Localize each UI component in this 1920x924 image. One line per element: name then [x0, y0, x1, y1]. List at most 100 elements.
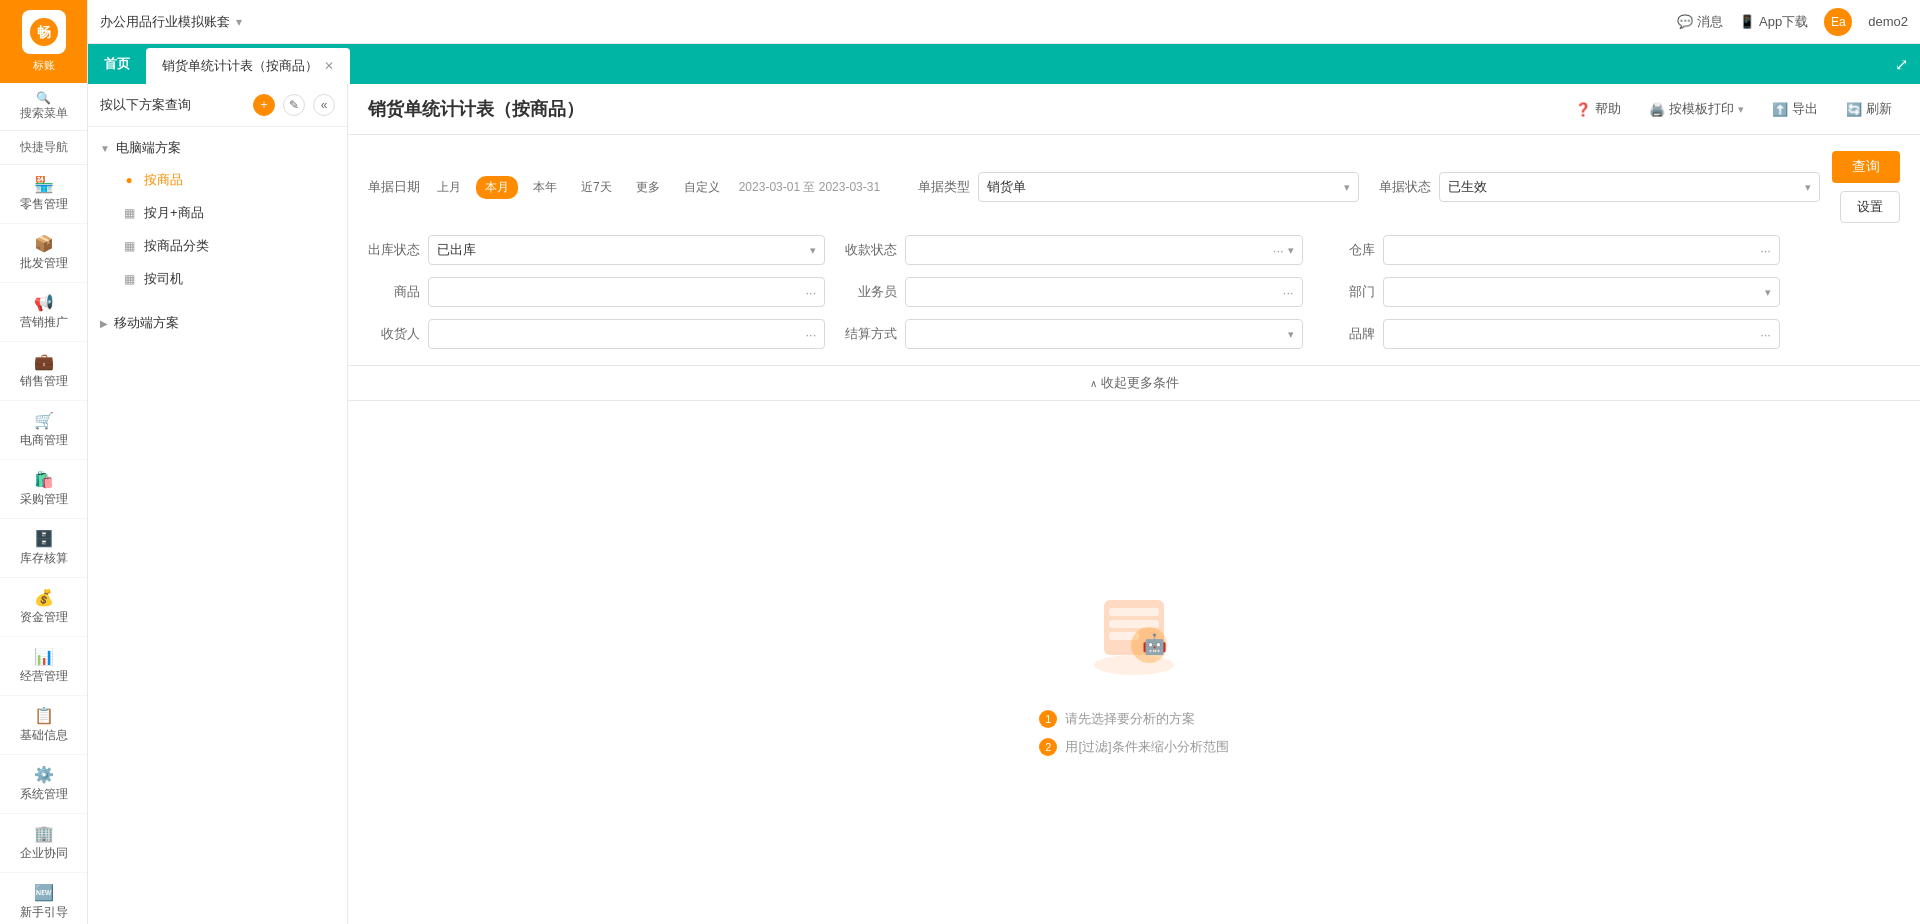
sidebar-item-purchase[interactable]: 🛍️ 采购管理 — [0, 460, 87, 519]
date-btn-more[interactable]: 更多 — [627, 176, 669, 199]
brand-label: 品牌 — [1323, 325, 1383, 343]
message-action[interactable]: 💬 消息 — [1677, 13, 1723, 31]
recipient-control[interactable]: ··· — [428, 319, 825, 349]
brand-control[interactable]: ··· — [1383, 319, 1780, 349]
plan-group-mobile-header[interactable]: ▶ 移动端方案 — [88, 308, 347, 338]
product-control[interactable]: ··· — [428, 277, 825, 307]
payment-arrow-icon: ▾ — [1288, 328, 1294, 341]
sidebar: 畅 标账 🔍 搜索菜单 快捷导航 🏪 零售管理 📦 批发管理 📢 营销推广 💼 … — [0, 0, 88, 924]
help-button[interactable]: ❓ 帮助 — [1567, 96, 1629, 122]
warehouse-dots[interactable]: ··· — [1760, 243, 1771, 258]
filter-receipt-status: 收款状态 ··· ▾ — [845, 235, 1302, 265]
sidebar-item-newuser[interactable]: 🆕 新手引导 — [0, 873, 87, 924]
edit-plan-button[interactable]: ✎ — [283, 94, 305, 116]
date-btn-this-year[interactable]: 本年 — [524, 176, 566, 199]
inventory-icon: 🗄️ — [0, 529, 87, 548]
help-label: 帮助 — [1595, 100, 1621, 118]
date-btn-last-month[interactable]: 上月 — [428, 176, 470, 199]
right-panel: 销货单统计计表（按商品） ❓ 帮助 🖨️ 按模板打印 ▾ ⬆️ 导出 — [348, 84, 1920, 924]
sidebar-search[interactable]: 🔍 搜索菜单 — [0, 83, 87, 131]
enterprise-label: 企业协同 — [0, 845, 87, 862]
quick-nav-label: 快捷导航 — [0, 139, 87, 156]
export-button[interactable]: ⬆️ 导出 — [1764, 96, 1826, 122]
right-actions: 查询 设置 — [1832, 151, 1900, 223]
sidebar-logo[interactable]: 畅 标账 — [0, 0, 87, 83]
sidebar-item-ecommerce[interactable]: 🛒 电商管理 — [0, 401, 87, 460]
user-avatar[interactable]: Ea — [1824, 8, 1852, 36]
empty-tip-1: 1 请先选择要分析的方案 — [1039, 710, 1228, 728]
tab-home-label: 首页 — [104, 55, 130, 73]
left-panel-header: 按以下方案查询 + ✎ « — [88, 84, 347, 127]
date-btn-this-month[interactable]: 本月 — [476, 176, 518, 199]
date-btn-last-7[interactable]: 近7天 — [572, 176, 621, 199]
template-selector[interactable]: 办公用品行业模拟账套 ▾ — [100, 13, 1665, 31]
refresh-button[interactable]: 🔄 刷新 — [1838, 96, 1900, 122]
sidebar-item-inventory[interactable]: 🗄️ 库存核算 — [0, 519, 87, 578]
purchase-icon: 🛍️ — [0, 470, 87, 489]
plan-item-by-copier[interactable]: ▦ 按司机 — [92, 263, 343, 295]
sidebar-item-retail[interactable]: 🏪 零售管理 — [0, 165, 87, 224]
sidebar-item-operations[interactable]: 📊 经营管理 — [0, 637, 87, 696]
app-download-action[interactable]: 📱 App下载 — [1739, 13, 1808, 31]
sidebar-item-marketing[interactable]: 📢 营销推广 — [0, 283, 87, 342]
plan-item-by-product[interactable]: ● 按商品 — [92, 164, 343, 196]
sidebar-item-system[interactable]: ⚙️ 系统管理 — [0, 755, 87, 814]
left-panel-title: 按以下方案查询 — [100, 96, 191, 114]
receipt-status-control[interactable]: ··· ▾ — [905, 235, 1302, 265]
by-product-icon: ● — [120, 171, 138, 189]
sidebar-item-enterprise[interactable]: 🏢 企业协同 — [0, 814, 87, 873]
page-header: 销货单统计计表（按商品） ❓ 帮助 🖨️ 按模板打印 ▾ ⬆️ 导出 — [348, 84, 1920, 135]
brand-dots[interactable]: ··· — [1760, 327, 1771, 342]
out-status-control[interactable]: 已出库 ▾ — [428, 235, 825, 265]
payment-control[interactable]: ▾ — [905, 319, 1302, 349]
doc-type-value: 销货单 — [987, 178, 1340, 196]
salesperson-label: 业务员 — [845, 283, 905, 301]
tab-sales-stat[interactable]: 销货单统计计表（按商品） ✕ — [146, 48, 350, 84]
salesperson-control[interactable]: ··· — [905, 277, 1302, 307]
sidebar-item-basic-info[interactable]: 📋 基础信息 — [0, 696, 87, 755]
by-product-label: 按商品 — [144, 171, 183, 189]
page-header-actions: ❓ 帮助 🖨️ 按模板打印 ▾ ⬆️ 导出 🔄 刷新 — [1567, 96, 1900, 122]
sidebar-item-wholesale[interactable]: 📦 批发管理 — [0, 224, 87, 283]
tab-expand-button[interactable]: ⤢ — [1883, 55, 1920, 74]
tab-close-icon[interactable]: ✕ — [324, 59, 334, 73]
warehouse-label: 仓库 — [1323, 241, 1383, 259]
sales-icon: 💼 — [0, 352, 87, 371]
sidebar-item-sales[interactable]: 💼 销售管理 — [0, 342, 87, 401]
date-btn-custom[interactable]: 自定义 — [675, 176, 729, 199]
user-name-action[interactable]: demo2 — [1868, 14, 1908, 29]
recipient-dots[interactable]: ··· — [805, 327, 816, 342]
plan-item-by-category[interactable]: ▦ 按商品分类 — [92, 230, 343, 262]
left-panel-icons: + ✎ « — [253, 94, 335, 116]
filter-department: 部门 ▾ — [1323, 277, 1780, 307]
product-dots[interactable]: ··· — [805, 285, 816, 300]
warehouse-control[interactable]: ··· — [1383, 235, 1780, 265]
filter-payment: 结算方式 ▾ — [845, 319, 1302, 349]
collapse-panel-button[interactable]: « — [313, 94, 335, 116]
print-chevron-icon: ▾ — [1738, 103, 1744, 116]
add-plan-button[interactable]: + — [253, 94, 275, 116]
department-arrow-icon: ▾ — [1765, 286, 1771, 299]
collapse-filters-button[interactable]: ∧ 收起更多条件 — [348, 366, 1920, 401]
salesperson-dots[interactable]: ··· — [1283, 285, 1294, 300]
tab-home[interactable]: 首页 — [88, 44, 146, 84]
query-button[interactable]: 查询 — [1832, 151, 1900, 183]
topbar: 办公用品行业模拟账套 ▾ 💬 消息 📱 App下载 Ea demo2 — [88, 0, 1920, 44]
receipt-status-dots[interactable]: ··· — [1273, 243, 1284, 258]
settings-button[interactable]: 设置 — [1840, 191, 1900, 223]
sales-label: 销售管理 — [0, 373, 87, 390]
plan-group-pc-header[interactable]: ▼ 电脑端方案 — [88, 133, 347, 163]
department-label: 部门 — [1323, 283, 1383, 301]
sidebar-quick-nav[interactable]: 快捷导航 — [0, 131, 87, 165]
filter-area: 单据日期 上月 本月 本年 近7天 更多 自定义 2023-03-01 至 20… — [348, 135, 1920, 366]
print-button[interactable]: 🖨️ 按模板打印 ▾ — [1641, 96, 1752, 122]
department-control[interactable]: ▾ — [1383, 277, 1780, 307]
filter-date: 单据日期 上月 本月 本年 近7天 更多 自定义 2023-03-01 至 20… — [368, 176, 898, 199]
doc-type-control[interactable]: 销货单 ▾ — [978, 172, 1359, 202]
message-label: 消息 — [1697, 13, 1723, 31]
sidebar-item-finance[interactable]: 💰 资金管理 — [0, 578, 87, 637]
plan-item-by-month-product[interactable]: ▦ 按月+商品 — [92, 197, 343, 229]
retail-label: 零售管理 — [0, 196, 87, 213]
doc-status-control[interactable]: 已生效 ▾ — [1439, 172, 1820, 202]
receipt-status-arrow-icon: ▾ — [1288, 244, 1294, 257]
